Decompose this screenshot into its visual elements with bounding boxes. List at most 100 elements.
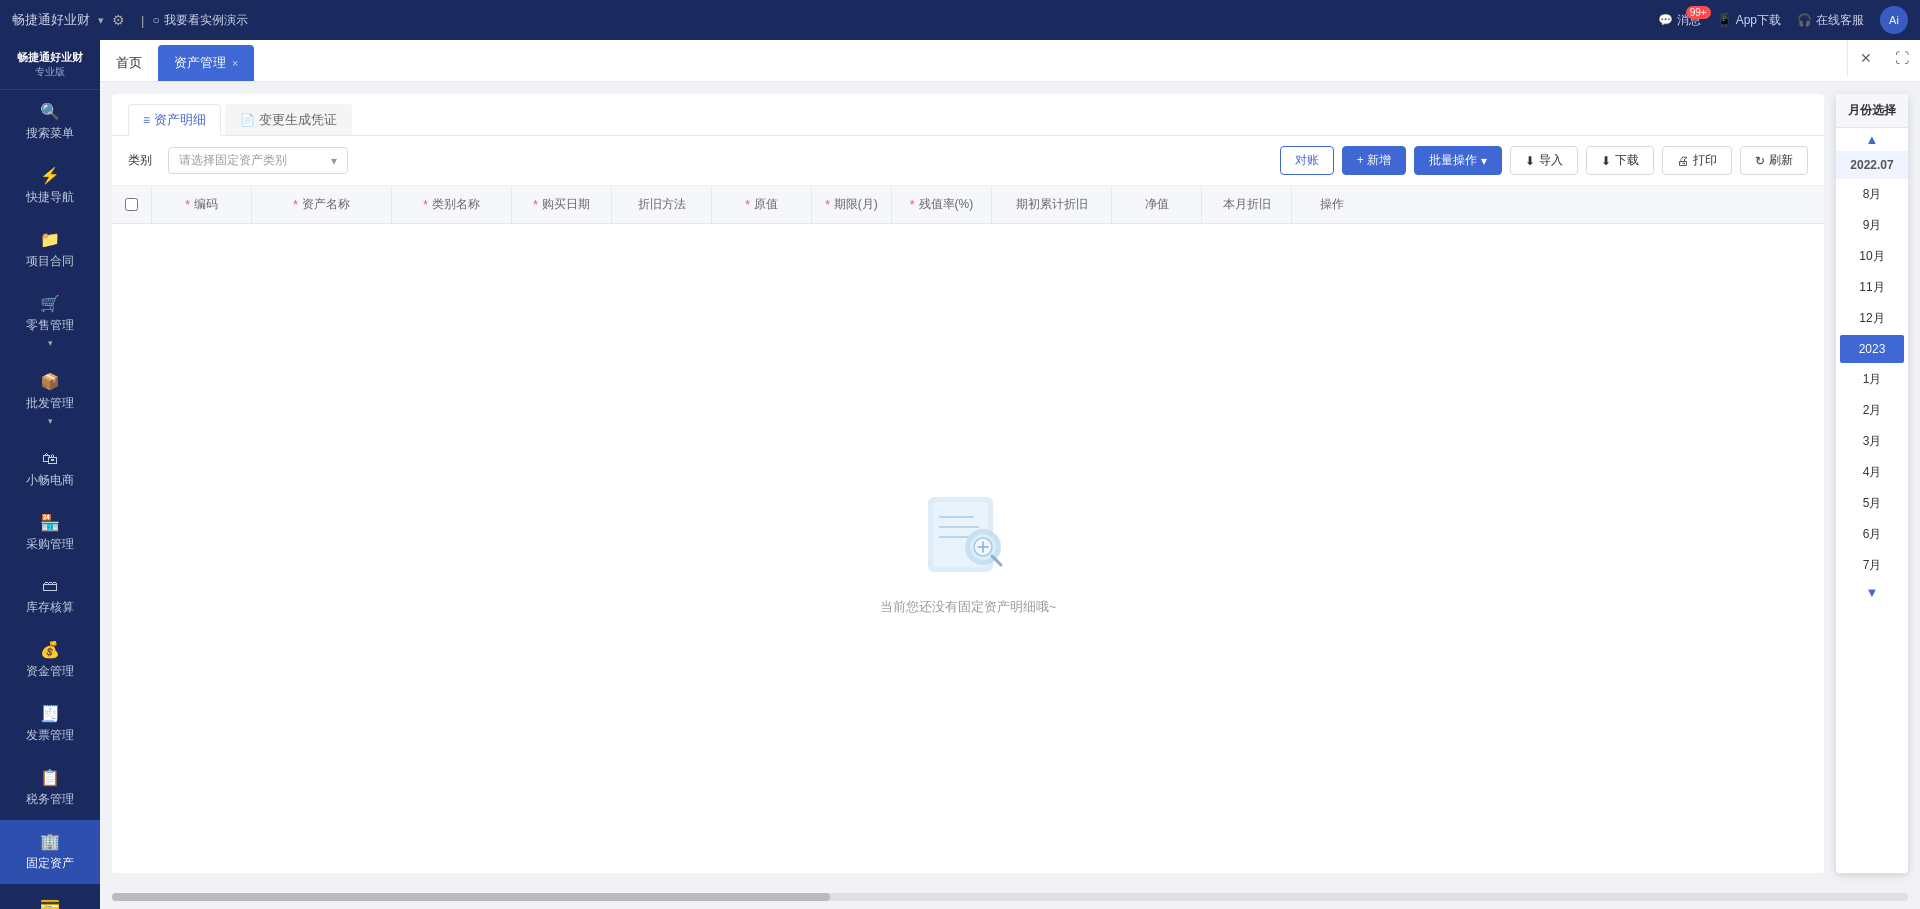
invoice-label: 发票管理 [26,727,74,744]
th-code-label: 编码 [194,196,218,213]
retail-icon: 🛒 [40,294,60,313]
app-download-button[interactable]: 📱 App下载 [1717,12,1781,29]
assets-label: 固定资产 [26,855,74,872]
category-arrow-icon: ▾ [331,154,337,168]
messages-button[interactable]: 💬 消息 99+ [1658,12,1701,29]
month-3-label: 3月 [1863,433,1882,450]
reconcile-button[interactable]: 对账 [1280,146,1334,175]
refresh-button[interactable]: ↻ 刷新 [1740,146,1808,175]
category-select[interactable]: 请选择固定资产类别 ▾ [168,147,348,174]
sidebar-item-project[interactable]: 📁 项目合同 [0,218,100,282]
add-button[interactable]: + 新增 [1342,146,1406,175]
toolbar-right: 对账 + 新增 批量操作 ▾ ⬇ 导入 [1280,146,1808,175]
batch-button[interactable]: 批量操作 ▾ [1414,146,1502,175]
month-item-1[interactable]: 1月 [1836,364,1908,395]
user-avatar[interactable]: Ai [1880,6,1908,34]
month-item-12[interactable]: 12月 [1836,303,1908,334]
demo-link[interactable]: ○ 我要看实例演示 [152,12,247,29]
company-name: 畅捷通好业财 [12,11,90,29]
main-panel: ≡ 资产明细 📄 变更生成凭证 类别 请选择固定资产类别 ▾ [112,94,1824,873]
window-maximize-button[interactable]: ⛶ [1884,40,1920,76]
sidebar-item-search[interactable]: 🔍 搜索菜单 [0,90,100,154]
horizontal-scrollbar-thumb[interactable] [112,893,830,901]
sidebar-item-inventory[interactable]: 🗃 库存核算 [0,565,100,628]
tab-assets-label: 资产管理 [174,54,226,72]
download-button[interactable]: ⬇ 下载 [1586,146,1654,175]
month-panel-body: 2022.07 8月 9月 10月 11月 12月 [1836,151,1908,581]
sidebar: 畅捷通好业财 专业版 🔍 搜索菜单 ⚡ 快捷导航 📁 项目合同 🛒 零售管理 ▾… [0,40,100,909]
month-down-nav[interactable]: ▼ [1836,581,1908,604]
tab-home-label: 首页 [116,54,142,72]
tab-close-icon[interactable]: × [232,57,238,69]
down-arrow-icon: ▼ [1866,585,1879,600]
voucher-tab-icon: 📄 [240,113,255,127]
sidebar-item-retail[interactable]: 🛒 零售管理 ▾ [0,282,100,360]
detail-tab-icon: ≡ [143,113,150,127]
finance-label: 资金管理 [26,663,74,680]
sidebar-item-finance[interactable]: 💰 资金管理 [0,628,100,692]
finance-icon: 💰 [40,640,60,659]
reconcile-label: 对账 [1295,152,1319,169]
sidebar-item-wholesale[interactable]: 📦 批发管理 ▾ [0,360,100,438]
top-bar-left: 畅捷通好业财 ▾ ⚙ | ○ 我要看实例演示 [12,11,248,29]
page-content: ≡ 资产明细 📄 变更生成凭证 类别 请选择固定资产类别 ▾ [100,82,1920,885]
month-panel-header: 月份选择 [1836,94,1908,128]
month-9-label: 9月 [1863,217,1882,234]
month-6-label: 6月 [1863,526,1882,543]
month-item-5[interactable]: 5月 [1836,488,1908,519]
th-category: * 类别名称 [392,186,512,223]
month-item-10[interactable]: 10月 [1836,241,1908,272]
tax-label: 税务管理 [26,791,74,808]
th-net-value: 净值 [1112,186,1202,223]
tab-home[interactable]: 首页 [100,45,158,81]
month-7-label: 7月 [1863,557,1882,574]
batch-arrow-icon: ▾ [1481,154,1487,168]
import-button[interactable]: ⬇ 导入 [1510,146,1578,175]
window-close-button[interactable]: ✕ [1848,40,1884,76]
sidebar-item-ecommerce[interactable]: 🛍 小畅电商 [0,438,100,501]
print-button[interactable]: 🖨 打印 [1662,146,1732,175]
sidebar-item-invoice[interactable]: 🧾 发票管理 [0,692,100,756]
month-item-2[interactable]: 2月 [1836,395,1908,426]
th-monthly-dep-label: 本月折旧 [1223,196,1271,213]
subtab-voucher[interactable]: 📄 变更生成凭证 [225,104,352,135]
sidebar-item-tax[interactable]: 📋 税务管理 [0,756,100,820]
sidebar-item-assets[interactable]: 🏢 固定资产 [0,820,100,884]
month-item-6[interactable]: 6月 [1836,519,1908,550]
close-icon: ✕ [1860,50,1872,66]
th-checkbox[interactable] [112,186,152,223]
month-item-9[interactable]: 9月 [1836,210,1908,241]
th-name-label: 资产名称 [302,196,350,213]
month-up-nav[interactable]: ▲ [1836,128,1908,151]
top-bar-right: 💬 消息 99+ 📱 App下载 🎧 在线客服 Ai [1658,6,1908,34]
month-item-3[interactable]: 3月 [1836,426,1908,457]
tab-assets[interactable]: 资产管理 × [158,45,254,81]
sidebar-item-purchase[interactable]: 🏪 采购管理 [0,501,100,565]
service-icon: 🎧 [1797,13,1812,27]
batch-label: 批量操作 [1429,152,1477,169]
month-item-11[interactable]: 11月 [1836,272,1908,303]
app-edition: 专业版 [8,65,92,79]
month-year-header: 2022.07 [1836,151,1908,179]
month-item-7[interactable]: 7月 [1836,550,1908,581]
top-bar: 畅捷通好业财 ▾ ⚙ | ○ 我要看实例演示 💬 消息 99+ 📱 App下载 … [0,0,1920,40]
company-dropdown-icon[interactable]: ▾ [98,14,104,27]
refresh-label: 刷新 [1769,152,1793,169]
sidebar-item-salary[interactable]: 💳 工资 [0,884,100,909]
th-depreciation-method: 折旧方法 [612,186,712,223]
settings-icon[interactable]: ⚙ [112,12,125,28]
year-badge-2023[interactable]: 2023 [1840,335,1904,363]
online-service-button[interactable]: 🎧 在线客服 [1797,12,1864,29]
quicknav-icon: ⚡ [40,166,60,185]
select-all-checkbox[interactable] [125,198,138,211]
app-icon: 📱 [1717,13,1732,27]
horizontal-scrollbar-track[interactable] [112,893,1908,901]
detail-tab-label: 资产明细 [154,111,206,129]
subtab-detail[interactable]: ≡ 资产明细 [128,104,221,136]
download-icon: ⬇ [1601,154,1611,168]
month-panel-title: 月份选择 [1848,103,1896,117]
month-item-8[interactable]: 8月 [1836,179,1908,210]
th-category-label: 类别名称 [432,196,480,213]
sidebar-item-quicknav[interactable]: ⚡ 快捷导航 [0,154,100,218]
month-item-4[interactable]: 4月 [1836,457,1908,488]
